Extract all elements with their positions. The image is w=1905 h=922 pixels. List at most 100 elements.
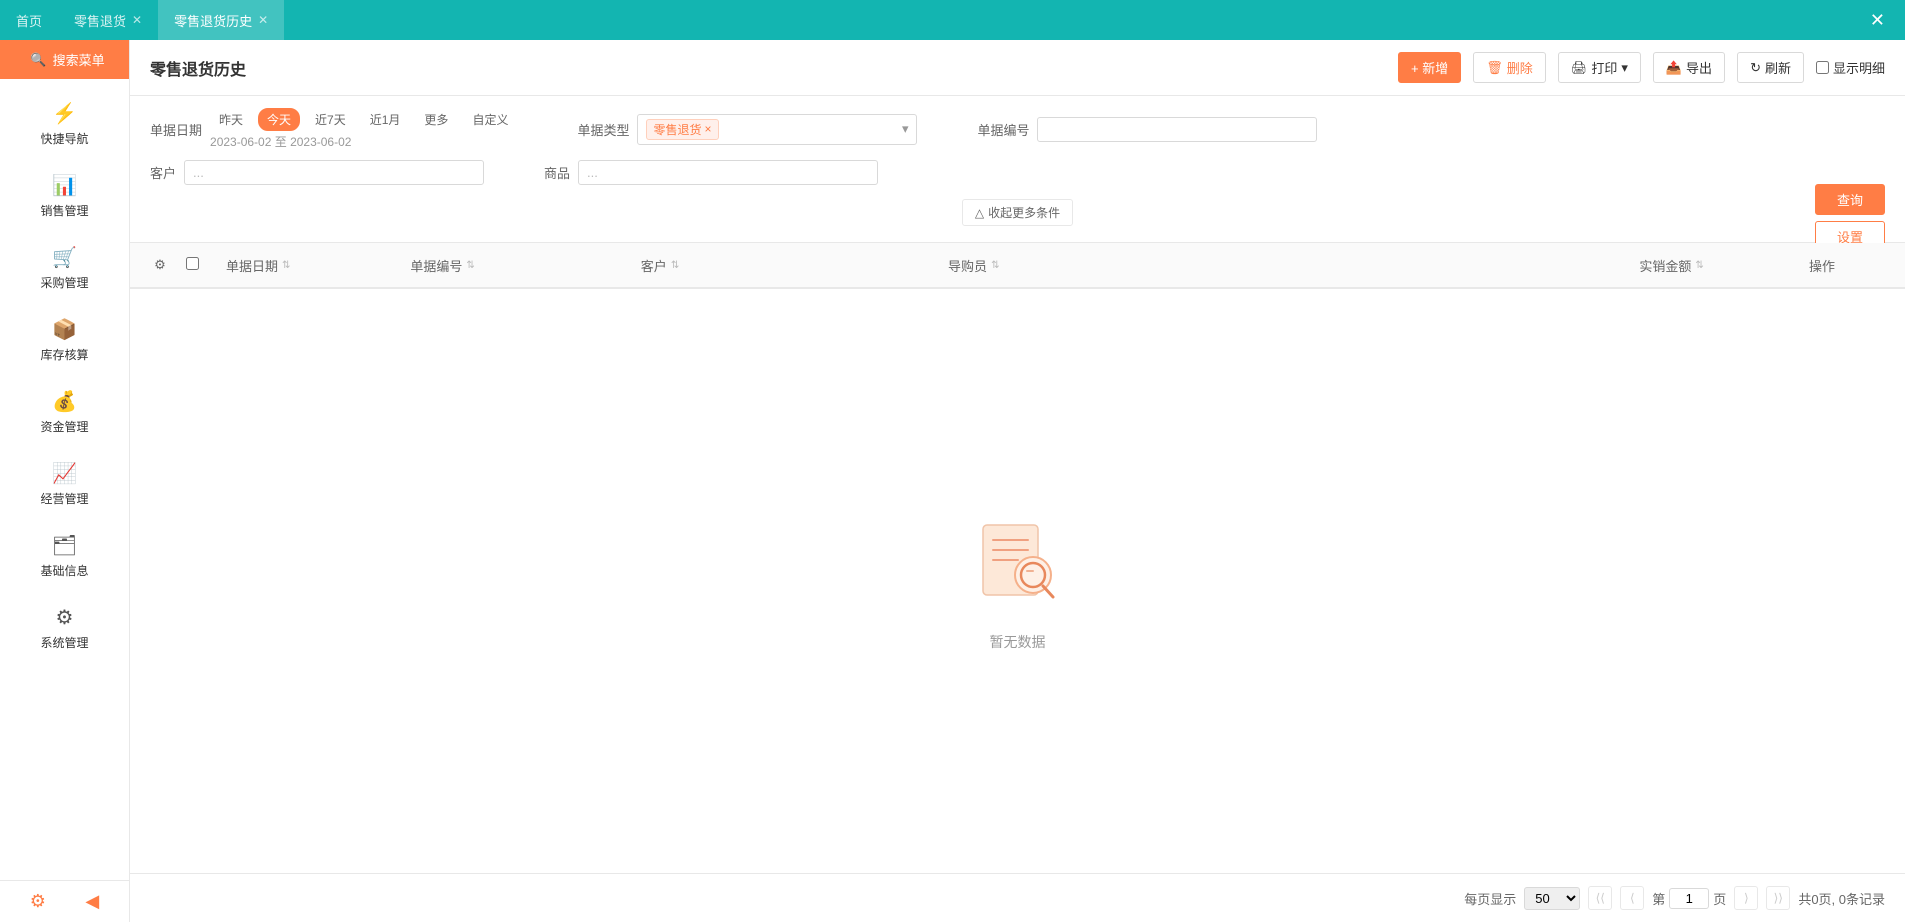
filter-customer: 客户 ... xyxy=(150,160,484,185)
table-gear-col: ⚙ xyxy=(146,251,186,279)
sales-icon: 📊 xyxy=(52,173,77,198)
show-detail-label[interactable]: 显示明细 xyxy=(1816,58,1885,77)
page-header: 零售退货历史 + 新增 🗑 删除 🖨 打印 ▾ 📤 导出 ↻ xyxy=(130,40,1905,96)
sidebar-item-system-label: 系统管理 xyxy=(40,634,88,651)
col-header-action: 操作 xyxy=(1809,256,1889,275)
content-area: 零售退货历史 + 新增 🗑 删除 🖨 打印 ▾ 📤 导出 ↻ xyxy=(130,40,1905,922)
select-all-checkbox[interactable] xyxy=(186,257,199,270)
date-btn-custom[interactable]: 自定义 xyxy=(463,108,517,131)
type-filter-label: 单据类型 xyxy=(577,120,629,139)
empty-state: 暂无数据 xyxy=(963,510,1073,652)
empty-text: 暂无数据 xyxy=(990,632,1046,652)
delete-button[interactable]: 🗑 删除 xyxy=(1473,52,1546,83)
delete-icon: 🗑 xyxy=(1486,60,1503,76)
per-page-label: 每页显示 xyxy=(1464,889,1516,908)
col-amount-label: 实销金额 xyxy=(1639,256,1691,275)
filter-number: 单据编号 xyxy=(977,117,1317,142)
pagination-next-btn[interactable]: ⟩ xyxy=(1734,886,1758,910)
tab-retail-return-close[interactable]: ✕ xyxy=(132,13,142,27)
quick-nav-icon: ⚡ xyxy=(52,101,77,126)
goods-placeholder: ... xyxy=(587,165,598,180)
table-check-col xyxy=(186,257,226,273)
date-btn-today[interactable]: 今天 xyxy=(258,108,300,131)
collapse-filter-button[interactable]: △ 收起更多条件 xyxy=(962,199,1073,226)
type-tag-remove[interactable]: × xyxy=(704,122,711,136)
add-button[interactable]: + 新增 xyxy=(1398,52,1461,83)
goods-filter-label: 商品 xyxy=(544,163,570,182)
tab-retail-return-history[interactable]: 零售退货历史 ✕ xyxy=(158,0,284,40)
col-header-amount[interactable]: 实销金额 ⇅ xyxy=(1639,256,1809,275)
pagination-total-info: 共0页, 0条记录 xyxy=(1798,889,1885,908)
pagination-prev-btn[interactable]: ⟨ xyxy=(1620,886,1644,910)
page-input[interactable] xyxy=(1669,888,1709,909)
col-number-label: 单据编号 xyxy=(410,256,462,275)
sidebar-item-purchase[interactable]: 🛒 采购管理 xyxy=(6,233,123,303)
col-guide-sort-icon: ⇅ xyxy=(991,260,999,271)
system-icon: ⚙ xyxy=(56,605,74,630)
collapse-sidebar-icon[interactable]: ◀ xyxy=(85,891,99,912)
export-icon: 📤 xyxy=(1666,60,1682,76)
goods-input[interactable]: ... xyxy=(578,160,878,185)
purchase-icon: 🛒 xyxy=(52,245,77,270)
inventory-icon: 📦 xyxy=(52,317,77,342)
sidebar-item-system[interactable]: ⚙ 系统管理 xyxy=(6,593,123,663)
filter-goods: 商品 ... xyxy=(544,160,878,185)
date-btn-more[interactable]: 更多 xyxy=(415,108,457,131)
page-actions: + 新增 🗑 删除 🖨 打印 ▾ 📤 导出 ↻ 刷新 xyxy=(1398,52,1885,83)
date-btn-7days[interactable]: 近7天 xyxy=(306,108,355,131)
sidebar-item-sales[interactable]: 📊 销售管理 xyxy=(6,161,123,231)
date-shortcut-buttons: 昨天 今天 近7天 近1月 更多 自定义 xyxy=(210,108,517,131)
tab-retail-return-history-label: 零售退货历史 xyxy=(174,11,252,30)
close-icon: ✕ xyxy=(1870,10,1885,31)
top-bar-close[interactable]: ✕ xyxy=(1862,10,1905,31)
date-range-display: 2023-06-02 至 2023-06-02 xyxy=(210,133,517,150)
settings-icon[interactable]: ⚙ xyxy=(30,891,46,912)
type-select[interactable]: 零售退货 × ▾ xyxy=(637,114,917,145)
basic-info-icon: 🗂 xyxy=(52,533,77,558)
customer-filter-label: 客户 xyxy=(150,163,176,182)
tab-retail-return[interactable]: 零售退货 ✕ xyxy=(58,0,158,40)
date-btn-1month[interactable]: 近1月 xyxy=(361,108,410,131)
export-button[interactable]: 📤 导出 xyxy=(1653,52,1725,83)
number-input[interactable] xyxy=(1037,117,1317,142)
col-guide-label: 导购员 xyxy=(948,256,987,275)
sidebar-search[interactable]: 🔍 搜索菜单 xyxy=(0,40,129,79)
sidebar-item-operations-label: 经营管理 xyxy=(40,490,88,507)
customer-input[interactable]: ... xyxy=(184,160,484,185)
filter-type: 单据类型 零售退货 × ▾ xyxy=(577,114,917,145)
refresh-button[interactable]: ↻ 刷新 xyxy=(1737,52,1804,83)
show-detail-checkbox[interactable] xyxy=(1816,61,1829,74)
filter-panel: 单据日期 昨天 今天 近7天 近1月 更多 自定义 2023-06-02 至 2… xyxy=(130,96,1905,243)
col-header-date[interactable]: 单据日期 ⇅ xyxy=(226,256,410,275)
col-date-sort-icon: ⇅ xyxy=(282,260,290,271)
page-unit: 页 xyxy=(1713,889,1726,908)
sidebar-item-finance[interactable]: 💰 资金管理 xyxy=(6,377,123,447)
sidebar-item-inventory[interactable]: 📦 库存核算 xyxy=(6,305,123,375)
table-container: ⚙ 单据日期 ⇅ 单据编号 ⇅ 客户 ⇅ 导购员 xyxy=(130,243,1905,922)
sidebar-item-quick-nav[interactable]: ⚡ 快捷导航 xyxy=(6,89,123,159)
sidebar-item-basic-info[interactable]: 🗂 基础信息 xyxy=(6,521,123,591)
col-header-guide[interactable]: 导购员 ⇅ xyxy=(948,256,1178,275)
sidebar-item-sales-label: 销售管理 xyxy=(40,202,88,219)
refresh-icon: ↻ xyxy=(1750,60,1761,76)
col-header-customer[interactable]: 客户 ⇅ xyxy=(641,256,948,275)
print-button[interactable]: 🖨 打印 ▾ xyxy=(1558,52,1641,83)
pagination-first-btn[interactable]: ⟨⟨ xyxy=(1588,886,1612,910)
per-page-select[interactable]: 10 20 50 100 xyxy=(1524,887,1580,910)
table-settings-button[interactable]: ⚙ xyxy=(146,251,174,279)
pagination-last-btn[interactable]: ⟩⟩ xyxy=(1766,886,1790,910)
top-bar: 首页 零售退货 ✕ 零售退货历史 ✕ ✕ xyxy=(0,0,1905,40)
sidebar-item-operations[interactable]: 📈 经营管理 xyxy=(6,449,123,519)
print-icon: 🖨 xyxy=(1571,60,1588,76)
date-btn-yesterday[interactable]: 昨天 xyxy=(210,108,252,131)
main-layout: 🔍 搜索菜单 ⚡ 快捷导航 📊 销售管理 🛒 采购管理 📦 库存核算 💰 xyxy=(0,40,1905,922)
filter-date: 单据日期 昨天 今天 近7天 近1月 更多 自定义 2023-06-02 至 2… xyxy=(150,108,517,150)
query-button[interactable]: 查询 xyxy=(1815,184,1885,215)
sidebar-bottom: ⚙ ◀ xyxy=(0,880,129,922)
sidebar-item-basic-info-label: 基础信息 xyxy=(40,562,88,579)
tab-retail-return-history-close[interactable]: ✕ xyxy=(258,13,268,27)
table-header: ⚙ 单据日期 ⇅ 单据编号 ⇅ 客户 ⇅ 导购员 xyxy=(130,243,1905,289)
col-header-number[interactable]: 单据编号 ⇅ xyxy=(410,256,640,275)
tab-home[interactable]: 首页 xyxy=(0,0,58,40)
print-dropdown-icon: ▾ xyxy=(1621,60,1628,76)
